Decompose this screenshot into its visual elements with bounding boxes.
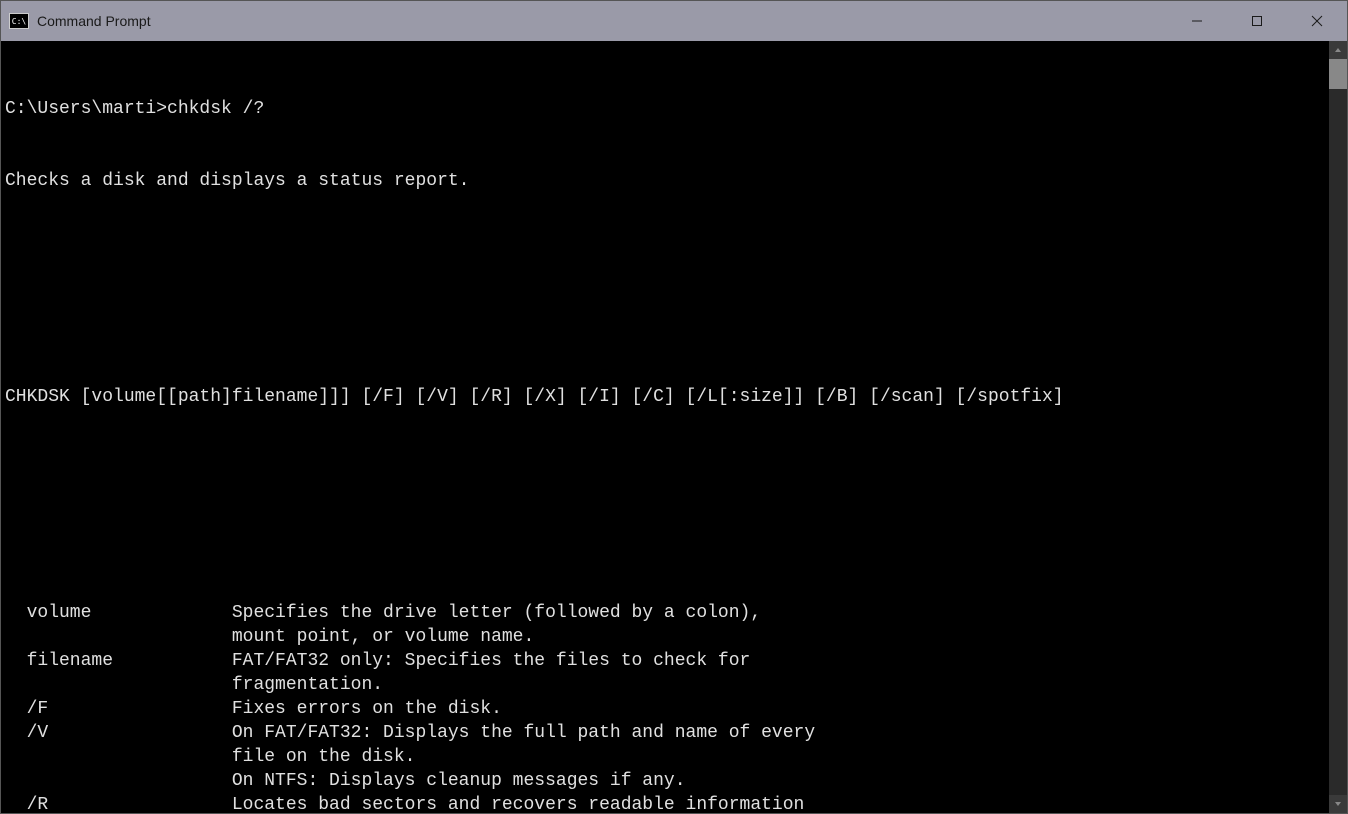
option-line: fragmentation. xyxy=(5,673,1325,697)
terminal-output[interactable]: C:\Users\marti>chkdsk /? Checks a disk a… xyxy=(1,41,1329,813)
usage-line: CHKDSK [volume[[path]filename]]] [/F] [/… xyxy=(5,385,1325,409)
maximize-button[interactable] xyxy=(1227,1,1287,41)
titlebar[interactable]: C:\ Command Prompt xyxy=(1,1,1347,41)
option-line: file on the disk. xyxy=(5,745,1325,769)
blank-line xyxy=(5,457,1325,481)
terminal-area: C:\Users\marti>chkdsk /? Checks a disk a… xyxy=(1,41,1347,813)
option-line: /R Locates bad sectors and recovers read… xyxy=(5,793,1325,813)
window-controls xyxy=(1167,1,1347,41)
option-line: filename FAT/FAT32 only: Specifies the f… xyxy=(5,649,1325,673)
option-line: On NTFS: Displays cleanup messages if an… xyxy=(5,769,1325,793)
prompt-path: C:\Users\marti> xyxy=(5,99,167,119)
option-line: /V On FAT/FAT32: Displays the full path … xyxy=(5,721,1325,745)
option-line: volume Specifies the drive letter (follo… xyxy=(5,601,1325,625)
scroll-up-arrow-icon[interactable] xyxy=(1329,41,1347,59)
blank-line xyxy=(5,241,1325,265)
cmd-icon: C:\ xyxy=(9,13,29,29)
command-description: Checks a disk and displays a status repo… xyxy=(5,169,1325,193)
cmd-window: C:\ Command Prompt C:\Users\marti>chkdsk… xyxy=(0,0,1348,814)
option-line: mount point, or volume name. xyxy=(5,625,1325,649)
vertical-scrollbar[interactable] xyxy=(1329,41,1347,813)
prompt-line: C:\Users\marti>chkdsk /? xyxy=(5,97,1325,121)
close-button[interactable] xyxy=(1287,1,1347,41)
option-line: /F Fixes errors on the disk. xyxy=(5,697,1325,721)
options-list: volume Specifies the drive letter (follo… xyxy=(5,601,1325,813)
titlebar-left: C:\ Command Prompt xyxy=(9,13,151,29)
scroll-thumb[interactable] xyxy=(1329,59,1347,89)
entered-command: chkdsk /? xyxy=(167,99,264,119)
minimize-button[interactable] xyxy=(1167,1,1227,41)
blank-line xyxy=(5,313,1325,337)
scroll-down-arrow-icon[interactable] xyxy=(1329,795,1347,813)
blank-line xyxy=(5,529,1325,553)
window-title: Command Prompt xyxy=(37,13,151,29)
scroll-track[interactable] xyxy=(1329,59,1347,795)
